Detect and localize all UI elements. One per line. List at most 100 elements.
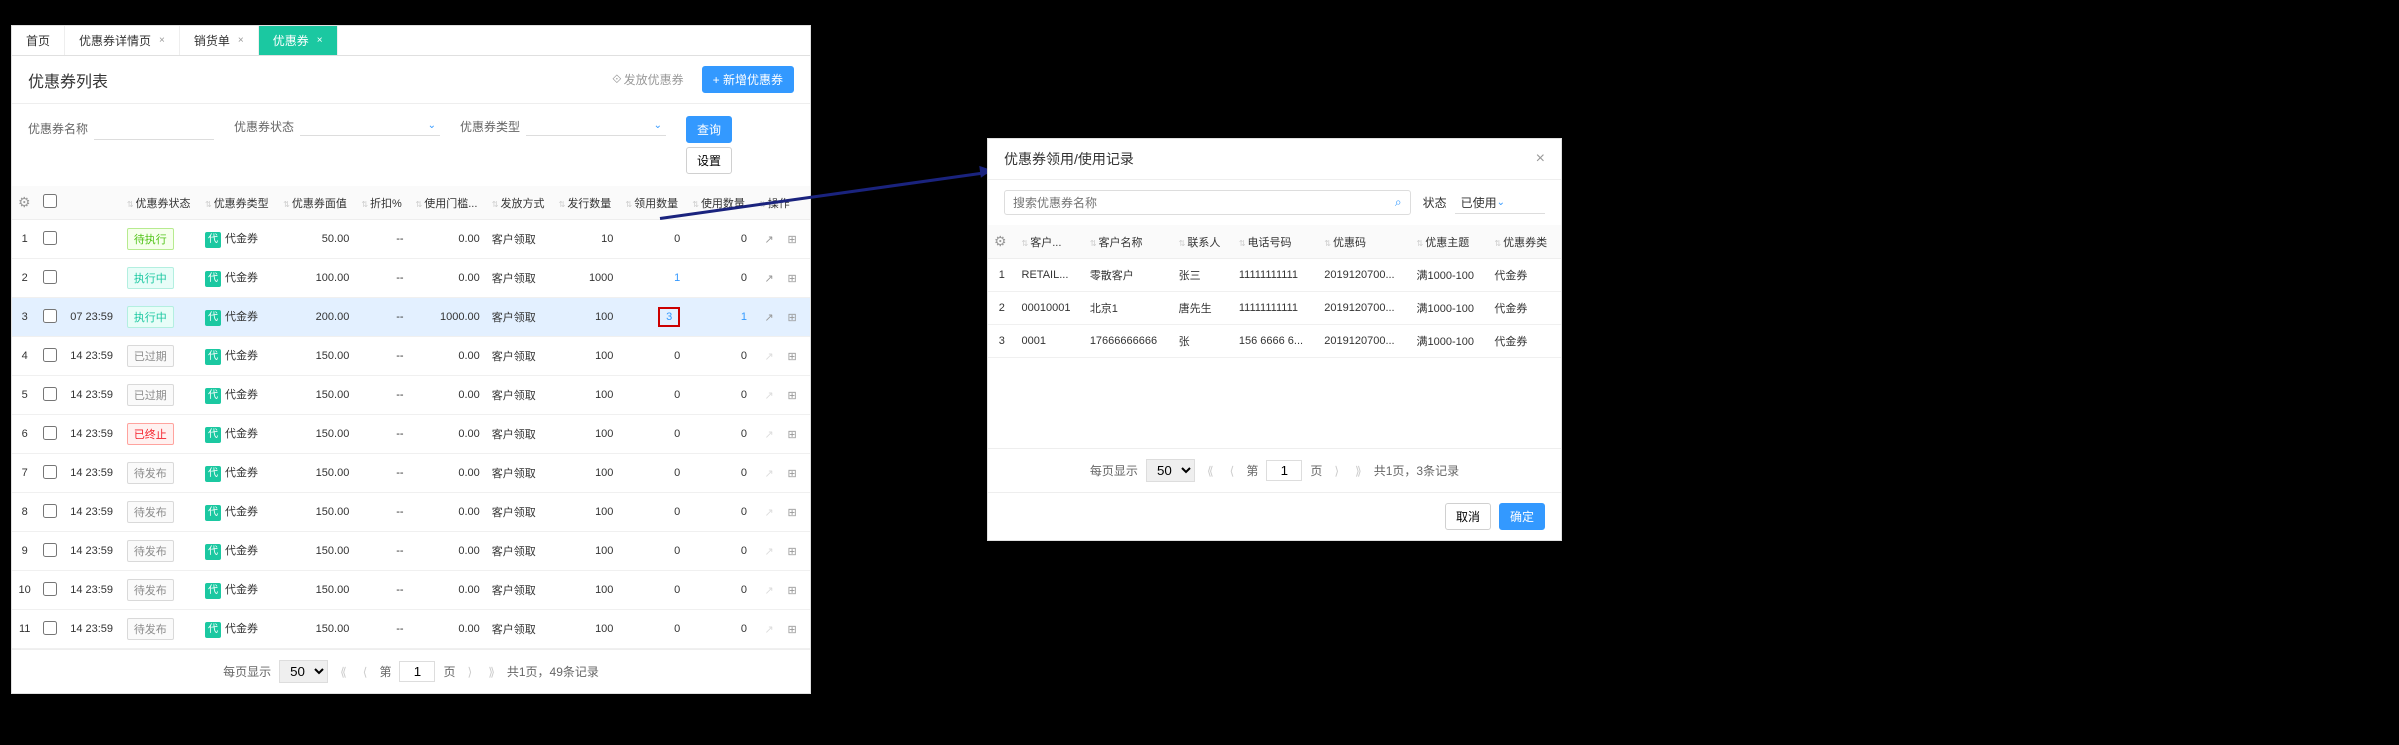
- row-checkbox[interactable]: [43, 582, 57, 596]
- table-row[interactable]: 4 14 23:59 已过期 代代金券 150.00 -- 0.00 客户领取 …: [12, 337, 810, 376]
- next-page-button[interactable]: ⟩: [1330, 464, 1343, 478]
- column-header[interactable]: ⚙: [988, 225, 1016, 259]
- pagination: 每页显示 50 ⟪ ⟨ 第 页 ⟩ ⟫ 共1页，49条记录: [12, 649, 810, 693]
- column-header[interactable]: [64, 186, 121, 220]
- next-page-button[interactable]: ⟩: [464, 665, 477, 679]
- coupon-name-input[interactable]: [94, 116, 214, 140]
- table-row[interactable]: 8 14 23:59 待发布 代代金券 150.00 -- 0.00 客户领取 …: [12, 493, 810, 532]
- select-all-checkbox[interactable]: [43, 194, 57, 208]
- column-header[interactable]: ⇅使用门槛...: [410, 186, 486, 220]
- table-row[interactable]: 9 14 23:59 待发布 代代金券 150.00 -- 0.00 客户领取 …: [12, 532, 810, 571]
- qr-icon[interactable]: ⊞: [784, 545, 800, 558]
- page-size-select[interactable]: 50: [1146, 459, 1195, 482]
- column-header[interactable]: ⇅发放方式: [486, 186, 553, 220]
- row-checkbox[interactable]: [43, 348, 57, 362]
- table-row[interactable]: 10 14 23:59 待发布 代代金券 150.00 -- 0.00 客户领取…: [12, 571, 810, 610]
- confirm-button[interactable]: 确定: [1499, 503, 1545, 530]
- column-header[interactable]: ⇅优惠码: [1318, 225, 1410, 259]
- qr-icon[interactable]: ⊞: [784, 584, 800, 597]
- page-number-input[interactable]: [1266, 460, 1302, 481]
- row-checkbox[interactable]: [43, 621, 57, 635]
- search-icon[interactable]: ⌕: [1395, 195, 1402, 210]
- column-header[interactable]: [37, 186, 64, 220]
- tab-coupon-detail[interactable]: 优惠券详情页×: [65, 26, 180, 55]
- table-row[interactable]: 11 14 23:59 待发布 代代金券 150.00 -- 0.00 客户领取…: [12, 610, 810, 649]
- close-icon[interactable]: ×: [1536, 150, 1545, 168]
- tab-coupon[interactable]: 优惠券×: [259, 26, 338, 55]
- table-row[interactable]: 7 14 23:59 待发布 代代金券 150.00 -- 0.00 客户领取 …: [12, 454, 810, 493]
- last-page-button[interactable]: ⟫: [484, 665, 499, 679]
- qr-icon[interactable]: ⊞: [784, 623, 800, 636]
- row-checkbox[interactable]: [43, 426, 57, 440]
- last-page-button[interactable]: ⟫: [1351, 464, 1366, 478]
- qr-icon[interactable]: ⊞: [784, 467, 800, 480]
- column-header[interactable]: ⇅电话号码: [1233, 225, 1318, 259]
- first-page-button[interactable]: ⟪: [336, 665, 351, 679]
- close-icon[interactable]: ×: [238, 35, 244, 46]
- column-header[interactable]: ⇅折扣%: [355, 186, 409, 220]
- filter-type-label: 优惠券类型: [460, 118, 520, 135]
- tab-bar: 首页 优惠券详情页× 销货单× 优惠券×: [12, 26, 810, 56]
- column-header[interactable]: ⇅优惠券类型: [199, 186, 277, 220]
- qr-icon[interactable]: ⊞: [784, 272, 800, 285]
- column-header[interactable]: ⇅优惠主题: [1411, 225, 1489, 259]
- column-header[interactable]: ⇅优惠券类: [1488, 225, 1561, 259]
- table-row[interactable]: 2 00010001 北京1 唐先生 11111111111 201912070…: [988, 292, 1561, 325]
- cancel-button[interactable]: 取消: [1445, 503, 1491, 530]
- status-badge: 待发布: [127, 501, 174, 523]
- table-row[interactable]: 3 0001 17666666666 张 156 6666 6... 20191…: [988, 325, 1561, 358]
- column-header[interactable]: ⇅优惠券面值: [277, 186, 355, 220]
- close-icon[interactable]: ×: [159, 35, 165, 46]
- search-input[interactable]: [1013, 196, 1395, 210]
- qr-icon[interactable]: ⊞: [784, 350, 800, 363]
- query-button[interactable]: 查询: [686, 116, 732, 143]
- qr-icon[interactable]: ⊞: [784, 428, 800, 441]
- column-header[interactable]: ⚙: [12, 186, 37, 220]
- table-row[interactable]: 1 待执行 代代金券 50.00 -- 0.00 客户领取 10 0 0 ↗ ⊞: [12, 220, 810, 259]
- column-header[interactable]: ⇅优惠券状态: [121, 186, 199, 220]
- share-icon[interactable]: ↗: [761, 233, 777, 246]
- prev-page-button[interactable]: ⟨: [359, 665, 372, 679]
- prev-page-button[interactable]: ⟨: [1226, 464, 1239, 478]
- page-number-input[interactable]: [399, 661, 435, 682]
- type-badge: 代: [205, 622, 221, 638]
- add-coupon-button[interactable]: + 新增优惠券: [702, 66, 794, 93]
- table-row[interactable]: 1 RETAIL... 零散客户 张三 11111111111 20191207…: [988, 259, 1561, 292]
- column-header[interactable]: ⇅发行数量: [553, 186, 620, 220]
- gear-icon[interactable]: ⚙: [994, 233, 1007, 249]
- qr-icon[interactable]: ⊞: [784, 311, 800, 324]
- settings-button[interactable]: 设置: [686, 147, 732, 174]
- table-row[interactable]: 2 执行中 代代金券 100.00 -- 0.00 客户领取 1000 1 0 …: [12, 259, 810, 298]
- used-count-link[interactable]: 1: [741, 311, 747, 323]
- column-header[interactable]: ⇅客户名称: [1084, 225, 1173, 259]
- tab-home[interactable]: 首页: [12, 26, 65, 55]
- distribute-coupon-button[interactable]: ⟐ 发放优惠券: [602, 67, 693, 92]
- qr-icon[interactable]: ⊞: [784, 389, 800, 402]
- column-header[interactable]: ⇅联系人: [1173, 225, 1233, 259]
- row-checkbox[interactable]: [43, 309, 57, 323]
- page-size-select[interactable]: 50: [279, 660, 328, 683]
- share-icon[interactable]: ↗: [761, 311, 777, 324]
- row-checkbox[interactable]: [43, 231, 57, 245]
- table-row[interactable]: 6 14 23:59 已终止 代代金券 150.00 -- 0.00 客户领取 …: [12, 415, 810, 454]
- row-checkbox[interactable]: [43, 543, 57, 557]
- row-checkbox[interactable]: [43, 270, 57, 284]
- qr-icon[interactable]: ⊞: [784, 506, 800, 519]
- first-page-button[interactable]: ⟪: [1203, 464, 1218, 478]
- close-icon[interactable]: ×: [317, 35, 323, 46]
- tab-sales[interactable]: 销货单×: [180, 26, 259, 55]
- claimed-count-link[interactable]: 3: [658, 307, 680, 327]
- column-header[interactable]: ⇅客户...: [1016, 225, 1084, 259]
- coupon-type-select[interactable]: ⌄: [526, 116, 666, 136]
- row-checkbox[interactable]: [43, 387, 57, 401]
- coupon-status-select[interactable]: ⌄: [300, 116, 440, 136]
- gear-icon[interactable]: ⚙: [18, 194, 31, 210]
- table-row[interactable]: 5 14 23:59 已过期 代代金券 150.00 -- 0.00 客户领取 …: [12, 376, 810, 415]
- row-checkbox[interactable]: [43, 504, 57, 518]
- row-checkbox[interactable]: [43, 465, 57, 479]
- share-icon[interactable]: ↗: [761, 272, 777, 285]
- claimed-count-link[interactable]: 1: [674, 272, 680, 284]
- status-select[interactable]: 已使用 ⌄: [1455, 192, 1545, 214]
- qr-icon[interactable]: ⊞: [784, 233, 800, 246]
- table-row[interactable]: 3 07 23:59 执行中 代代金券 200.00 -- 1000.00 客户…: [12, 298, 810, 337]
